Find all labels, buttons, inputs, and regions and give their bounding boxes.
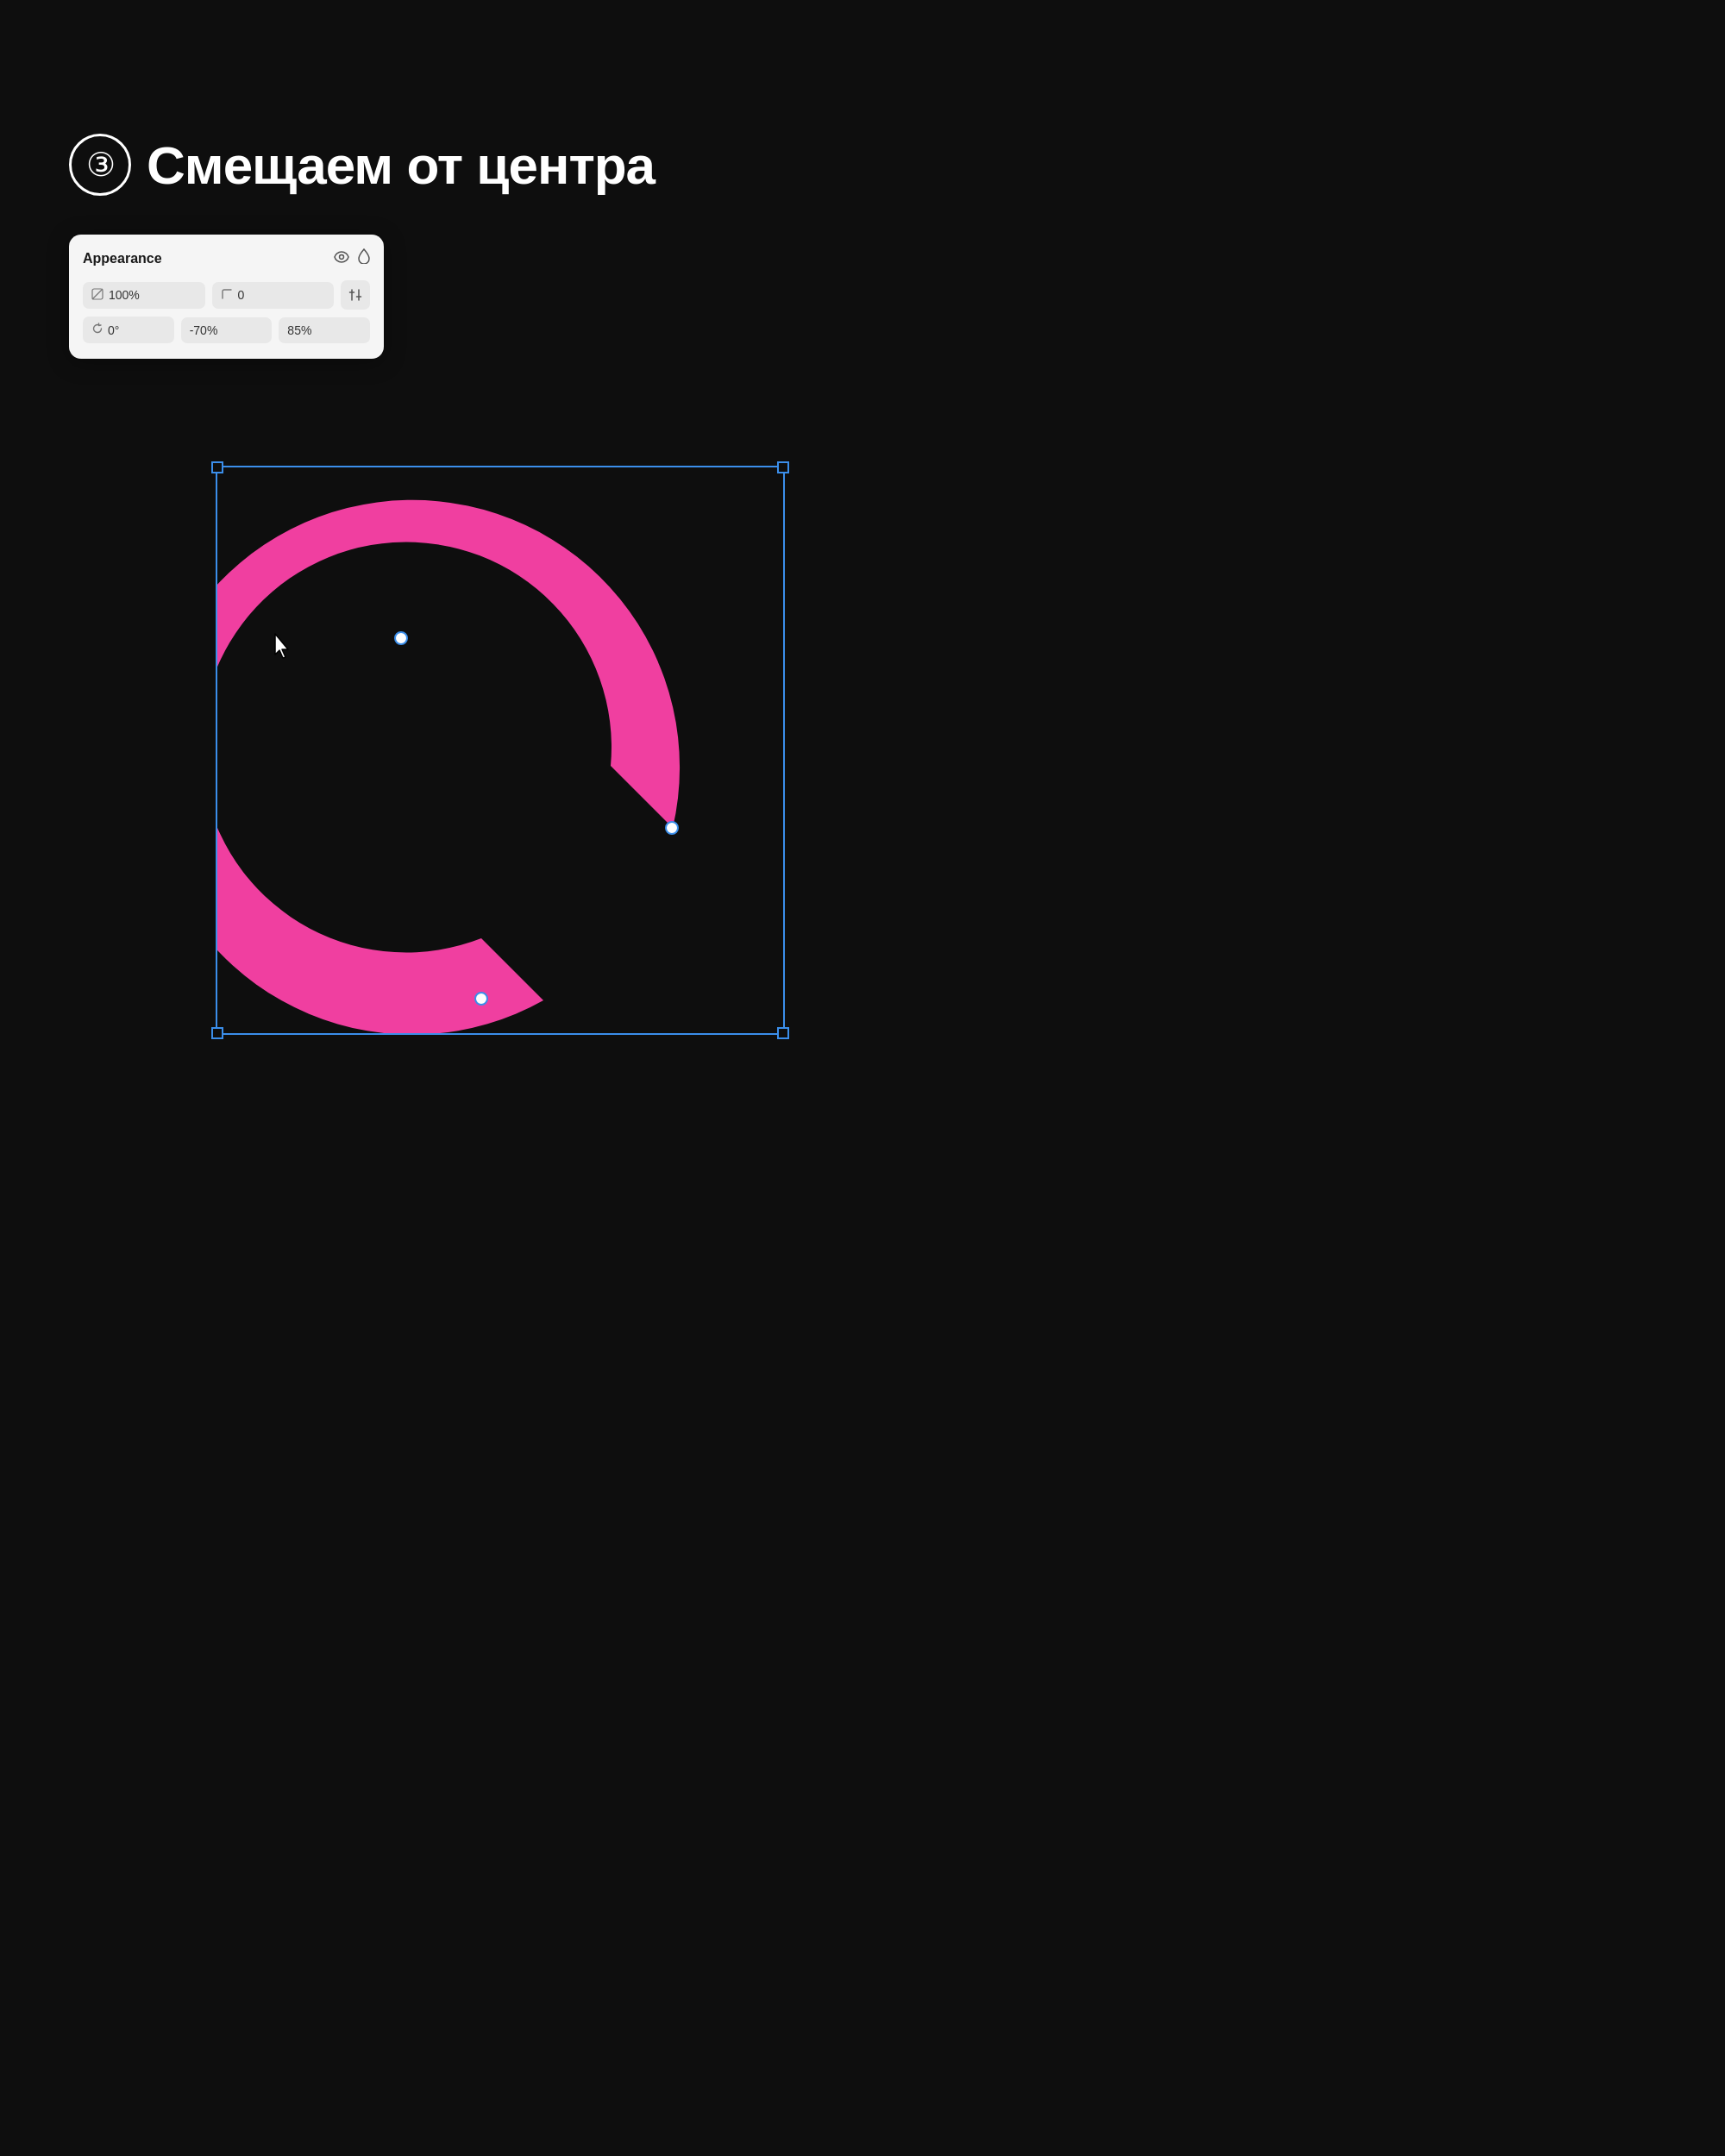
corner-icon — [221, 288, 233, 303]
rotation-field[interactable]: 0° — [83, 317, 174, 343]
opacity-field[interactable]: 100% — [83, 282, 205, 309]
y-value: 85% — [287, 323, 311, 337]
opacity-icon — [91, 288, 104, 303]
x-value: -70% — [190, 323, 218, 337]
handle-top-left[interactable] — [211, 461, 223, 473]
corner-value: 0 — [238, 288, 245, 302]
opacity-value: 100% — [109, 288, 140, 302]
svg-point-0 — [340, 254, 344, 259]
handle-bottom-right[interactable] — [777, 1027, 789, 1039]
panel-header: Appearance — [83, 248, 370, 268]
step-number: ③ — [69, 134, 131, 196]
rotation-icon — [91, 323, 104, 337]
panel-icon-group — [334, 248, 370, 268]
svg-line-2 — [92, 289, 103, 299]
handle-bottom-left[interactable] — [211, 1027, 223, 1039]
x-offset-field[interactable]: -70% — [181, 317, 273, 343]
appearance-panel: Appearance 100% — [69, 235, 384, 359]
canvas-area — [69, 423, 1656, 2087]
drop-icon[interactable] — [358, 248, 370, 268]
panel-row-2: 0° -70% 85% — [83, 317, 370, 343]
handle-top-right[interactable] — [777, 461, 789, 473]
panel-row-1: 100% 0 — [83, 280, 370, 310]
panel-title: Appearance — [83, 251, 162, 266]
y-offset-field[interactable]: 85% — [279, 317, 370, 343]
rotation-value: 0° — [108, 323, 119, 337]
step-heading: ③ Смещаем от центра — [69, 134, 655, 196]
eye-icon[interactable] — [334, 250, 349, 267]
step-text: Смещаем от центра — [147, 135, 655, 196]
selection-box — [216, 466, 785, 1035]
mouse-cursor — [272, 632, 296, 665]
adjust-button[interactable] — [341, 280, 370, 310]
corner-field[interactable]: 0 — [212, 282, 335, 309]
